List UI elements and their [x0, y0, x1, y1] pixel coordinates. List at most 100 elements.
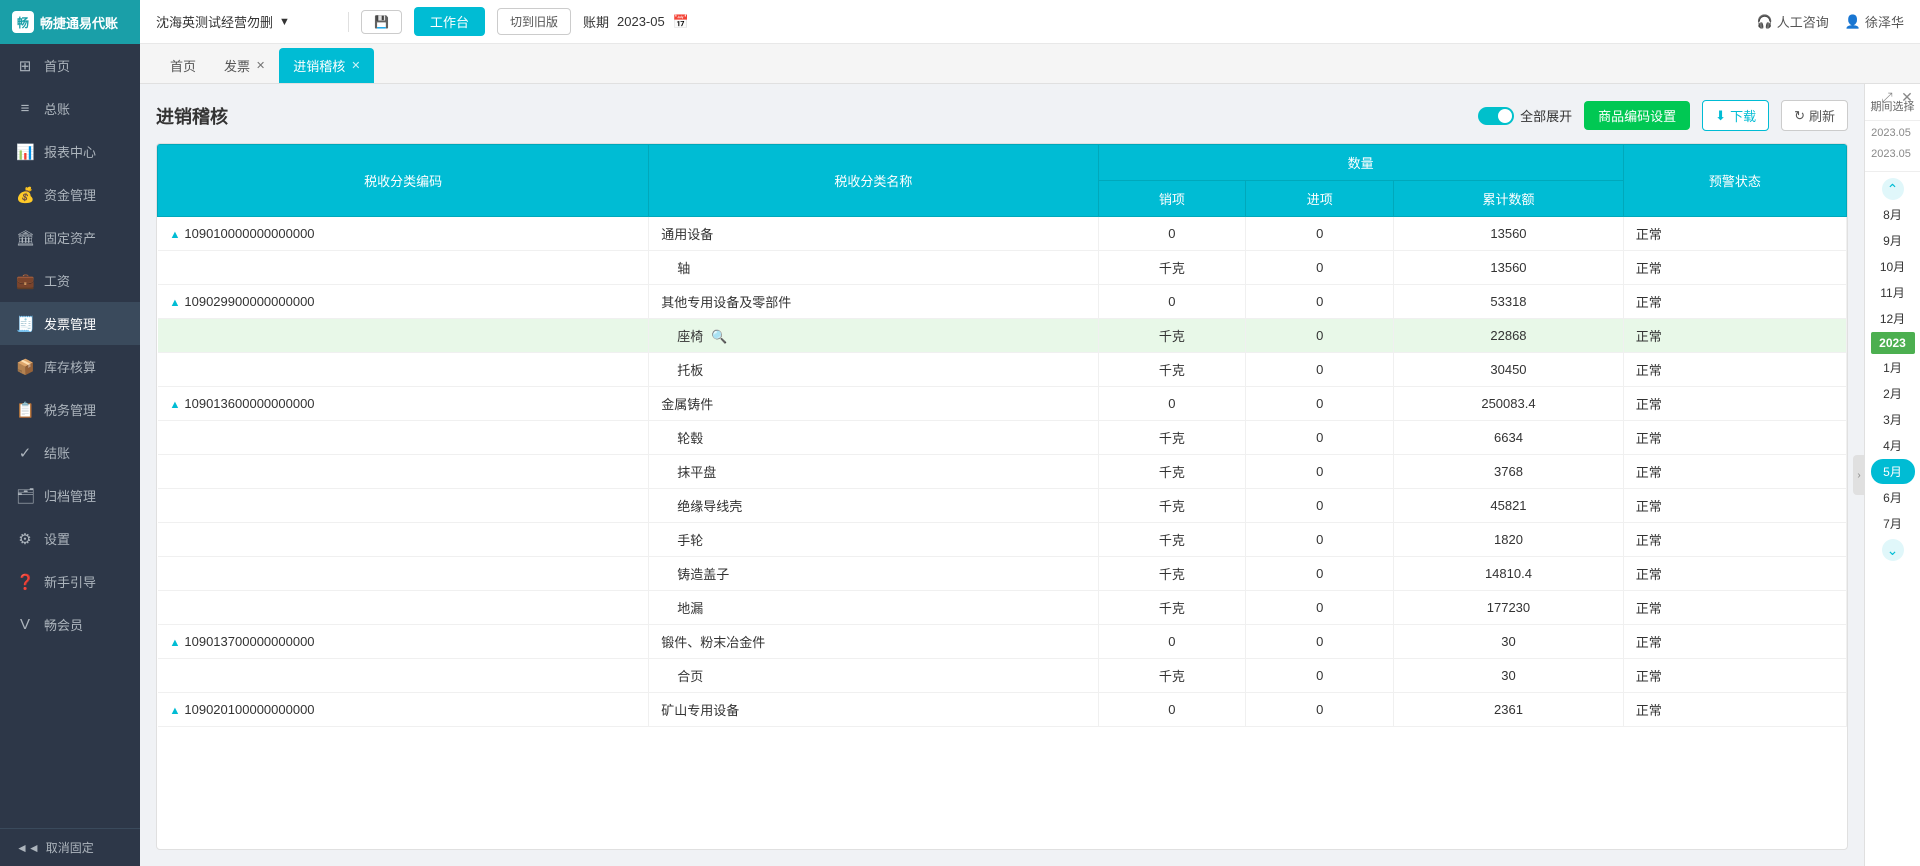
period-month-item[interactable]: 12月 [1871, 306, 1915, 331]
inventory-icon: 📦 [16, 358, 34, 376]
table-row-status: 正常 [1623, 693, 1846, 727]
save-draft-button[interactable]: 💾 [361, 10, 402, 34]
tab-reconcile-close[interactable]: ✕ [351, 59, 360, 72]
expand-panel-button[interactable]: ⤢ [1878, 88, 1896, 106]
tab-invoice-close[interactable]: ✕ [256, 59, 265, 72]
sidebar-item-label: 发票管理 [44, 314, 96, 333]
table-row-code: ▲109020100000000000 [158, 693, 649, 727]
collapse-icon[interactable]: ▲ [170, 399, 181, 411]
sidebar-item-label: 归档管理 [44, 486, 96, 505]
collapse-icon[interactable]: ▲ [170, 229, 181, 241]
sidebar-item-label: 资金管理 [44, 185, 96, 204]
tab-home[interactable]: 首页 [156, 48, 210, 83]
sidebar-item-archive[interactable]: 🗂 归档管理 [0, 474, 140, 517]
company-selector[interactable]: 沈海英测试经营勿删 ▼ [156, 12, 336, 31]
table-row-purchase: 0 [1246, 659, 1394, 693]
workspace-button[interactable]: 工作台 [414, 7, 485, 36]
tab-reconcile[interactable]: 进销稽核 ✕ [279, 48, 374, 83]
close-panel-button[interactable]: ✕ [1898, 88, 1916, 106]
sidebar-item-home[interactable]: ⊞ 首页 [0, 44, 140, 87]
table-row-total: 30450 [1394, 353, 1624, 387]
table-row-status: 正常 [1623, 217, 1846, 251]
guide-icon: ❓ [16, 573, 34, 591]
table-row-unit: 千克 [1098, 591, 1246, 625]
refresh-button[interactable]: ↻ 刷新 [1781, 100, 1848, 131]
col-header-name: 税收分类名称 [649, 145, 1098, 217]
sidebar-item-ledger[interactable]: ≡ 总账 [0, 87, 140, 130]
sidebar-unpin-button[interactable]: ◄◄ 取消固定 [0, 828, 140, 866]
period-scroll-down[interactable]: ⌄ [1882, 539, 1904, 561]
months-list: 8月9月10月11月12月20231月2月3月4月5月6月7月 [1865, 202, 1920, 537]
download-button[interactable]: ⬇ 下载 [1702, 100, 1769, 131]
table-row-name: 金属铸件 [649, 387, 1098, 421]
expand-toggle[interactable]: 全部展开 [1478, 106, 1572, 125]
period-scroll-up[interactable]: ⌃ [1882, 178, 1904, 200]
table-row-purchase: 0 [1246, 251, 1394, 285]
panel-toggle[interactable]: › [1853, 455, 1865, 495]
period-month-item[interactable]: 5月 [1871, 459, 1915, 484]
collapse-icon[interactable]: ▲ [170, 705, 181, 717]
period-month-item[interactable]: 4月 [1871, 433, 1915, 458]
calendar-icon[interactable]: 📅 [673, 14, 689, 30]
table-row-name: 托板 [649, 353, 1098, 387]
member-icon: V [16, 616, 34, 633]
period-start[interactable]: 2023.05 [1869, 123, 1913, 143]
sidebar-item-invoice[interactable]: 🧾 发票管理 [0, 302, 140, 345]
data-table: 税收分类编码 税收分类名称 数量 预警状态 销项 进项 累计数额 [157, 144, 1847, 727]
period-month-item[interactable]: 8月 [1871, 202, 1915, 227]
table-row-purchase: 0 [1246, 387, 1394, 421]
fund-icon: 💰 [16, 186, 34, 204]
period-month-item[interactable]: 11月 [1871, 280, 1915, 305]
tab-invoice[interactable]: 发票 ✕ [210, 48, 279, 83]
toggle-label: 全部展开 [1520, 106, 1572, 125]
period-month-item[interactable]: 9月 [1871, 228, 1915, 253]
table-row-unit: 千克 [1098, 421, 1246, 455]
period-month-item[interactable]: 2月 [1871, 381, 1915, 406]
collapse-icon[interactable]: ▲ [170, 297, 181, 309]
period-month-item[interactable]: 1月 [1871, 355, 1915, 380]
sidebar-logo: 畅 畅捷通易代账 [0, 0, 140, 44]
period-month-item[interactable]: 3月 [1871, 407, 1915, 432]
table-row-unit: 千克 [1098, 523, 1246, 557]
sidebar-item-member[interactable]: V 畅会员 [0, 603, 140, 646]
period-month-item[interactable]: 7月 [1871, 511, 1915, 536]
table-row-total: 13560 [1394, 251, 1624, 285]
period-end[interactable]: 2023.05 [1869, 144, 1913, 164]
col-header-total: 累计数额 [1394, 181, 1624, 217]
table-row-total: 30 [1394, 659, 1624, 693]
table-row-total: 14810.4 [1394, 557, 1624, 591]
switch-version-button[interactable]: 切到旧版 [497, 8, 571, 35]
table-row-purchase: 0 [1246, 217, 1394, 251]
table-row-purchase: 0 [1246, 523, 1394, 557]
sidebar-item-settings[interactable]: ⚙ 设置 [0, 517, 140, 560]
period-month-item[interactable]: 10月 [1871, 254, 1915, 279]
period-month-item[interactable]: 6月 [1871, 485, 1915, 510]
table-row-code: ▲109029900000000000 [158, 285, 649, 319]
table-row-status: 正常 [1623, 387, 1846, 421]
product-code-button[interactable]: 商品编码设置 [1584, 101, 1690, 130]
table-row-unit: 千克 [1098, 319, 1246, 353]
sidebar-item-guide[interactable]: ❓ 新手引导 [0, 560, 140, 603]
topbar-divider-1 [348, 12, 349, 32]
sidebar-item-fund[interactable]: 💰 资金管理 [0, 173, 140, 216]
sidebar-item-label: 结账 [44, 443, 70, 462]
table-row-status: 正常 [1623, 659, 1846, 693]
logo-text: 畅捷通易代账 [40, 13, 118, 32]
period-month-item[interactable]: 2023 [1871, 332, 1915, 354]
table-row-purchase: 0 [1246, 489, 1394, 523]
archive-icon: 🗂 [16, 487, 34, 505]
table-row-sales: 0 [1098, 217, 1246, 251]
sidebar-item-report[interactable]: 📊 报表中心 [0, 130, 140, 173]
table-row-name: 矿山专用设备 [649, 693, 1098, 727]
sidebar-item-assets[interactable]: 🏛 固定资产 [0, 216, 140, 259]
support-button[interactable]: 🎧 人工咨询 [1757, 12, 1829, 31]
toggle-track[interactable] [1478, 107, 1514, 125]
user-menu[interactable]: 👤 徐泽华 [1845, 12, 1904, 31]
sidebar-item-tax[interactable]: 📋 税务管理 [0, 388, 140, 431]
search-icon[interactable]: 🔍 [711, 329, 727, 344]
sidebar-item-inventory[interactable]: 📦 库存核算 [0, 345, 140, 388]
sidebar-item-salary[interactable]: 💼 工资 [0, 259, 140, 302]
sidebar-item-settle[interactable]: ✓ 结账 [0, 431, 140, 474]
tab-home-label: 首页 [170, 56, 196, 75]
collapse-icon[interactable]: ▲ [170, 637, 181, 649]
